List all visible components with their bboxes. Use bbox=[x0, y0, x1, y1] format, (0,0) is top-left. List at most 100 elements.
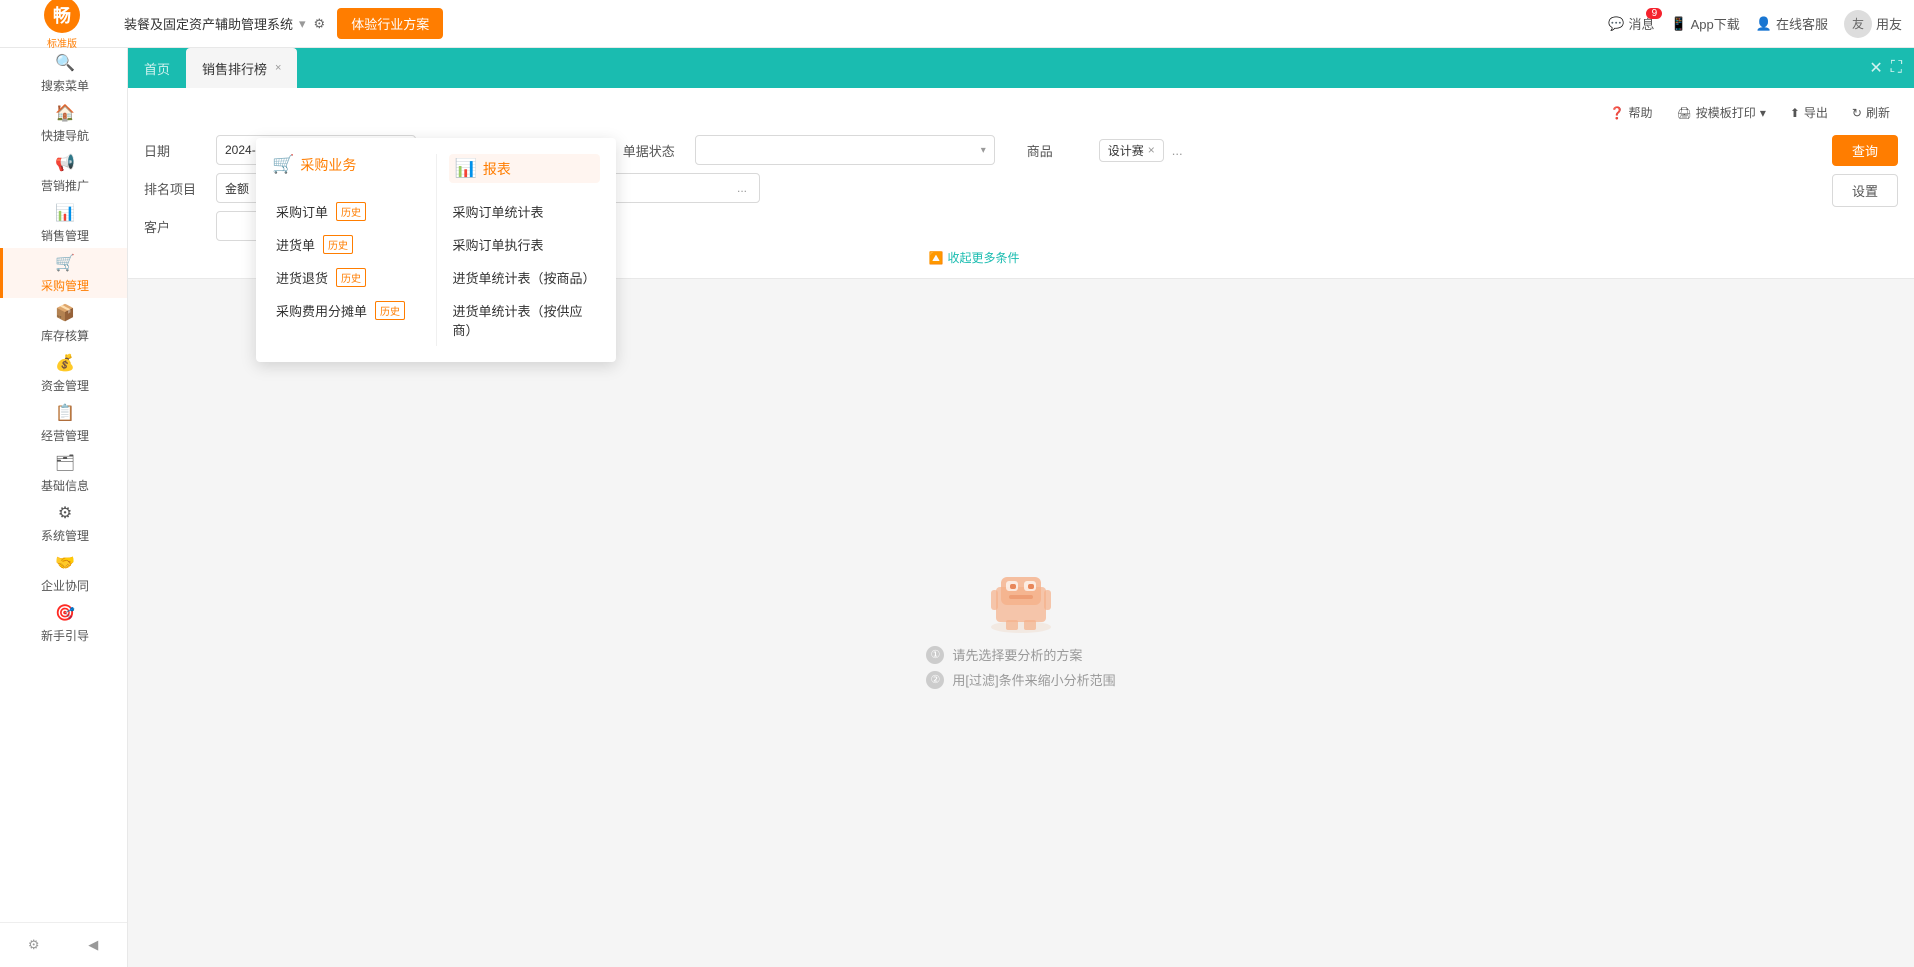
logo-char: 畅 bbox=[53, 2, 71, 28]
hint-item-1: ① 请先选择要分析的方案 bbox=[926, 645, 1115, 664]
goods-tag-close[interactable]: × bbox=[1148, 143, 1155, 157]
goods-tag: 设计赛 × bbox=[1099, 139, 1164, 162]
industry-btn[interactable]: 体验行业方案 bbox=[337, 8, 443, 39]
operations-icon: 📋 bbox=[55, 403, 75, 423]
salesperson-dots[interactable]: ... bbox=[733, 181, 751, 195]
system-dropdown-icon[interactable]: ▾ bbox=[299, 16, 306, 32]
history-badge-1: 历史 bbox=[323, 235, 353, 254]
tab-close-icon[interactable]: × bbox=[275, 62, 281, 74]
dropdown-report-col: 📊 报表 采购订单统计表 采购订单执行表 进货单统计表（按商品） 进货单统计表（… bbox=[449, 154, 601, 346]
system-icon: ⚙ bbox=[58, 503, 72, 523]
refresh-btn[interactable]: ↻ 刷新 bbox=[1844, 100, 1898, 125]
action-right: 查询 设置 bbox=[1832, 135, 1898, 207]
sidebar-item-operations[interactable]: 📋 经营管理 bbox=[0, 398, 127, 448]
home-icon: 🏠 bbox=[55, 103, 75, 123]
date-label: 日期 bbox=[144, 141, 204, 160]
status-input[interactable]: ▾ bbox=[695, 135, 995, 165]
online-service-btn[interactable]: 👤 在线客服 bbox=[1756, 14, 1828, 33]
logo-icon: 畅 bbox=[44, 0, 80, 33]
dropdown-divider bbox=[436, 154, 437, 346]
logo-area: 畅 标准版 bbox=[12, 0, 112, 50]
sidebar-item-sales[interactable]: 📊 销售管理 bbox=[0, 198, 127, 248]
app-download-btn[interactable]: 📱 App下载 bbox=[1670, 14, 1739, 33]
help-btn[interactable]: ❓ 帮助 bbox=[1602, 100, 1661, 125]
history-badge-2: 历史 bbox=[336, 268, 366, 287]
rank-label: 排名项目 bbox=[144, 179, 204, 198]
tab-sales-ranking[interactable]: 销售排行榜 × bbox=[186, 48, 297, 88]
settings-btn[interactable]: 设置 bbox=[1832, 174, 1898, 207]
tab-home[interactable]: 首页 bbox=[128, 48, 186, 88]
empty-text: ① 请先选择要分析的方案 ② 用[过滤]条件来缩小分析范围 bbox=[926, 645, 1115, 689]
tab-close-btn[interactable]: ✕ bbox=[1869, 58, 1882, 78]
empty-illustration bbox=[971, 557, 1071, 637]
status-arrow-icon: ▾ bbox=[981, 145, 986, 156]
goods-dots[interactable]: ... bbox=[1168, 143, 1187, 158]
hint-num-2: ② bbox=[926, 671, 944, 689]
export-btn[interactable]: ⬆ 导出 bbox=[1782, 100, 1836, 125]
dropdown-item-goods-in[interactable]: 进货单 历史 bbox=[272, 228, 424, 261]
dropdown-item-supplier-stats[interactable]: 进货单统计表（按供应商） bbox=[449, 294, 601, 346]
system-title: 装餐及固定资产辅助管理系统 bbox=[124, 14, 293, 33]
dropdown-purchase-col: 🛒 采购业务 采购订单 历史 进货单 历史 进货退货 历史 bbox=[272, 154, 424, 346]
purchase-title-icon: 🛒 bbox=[272, 154, 294, 175]
dropdown-item-order-exec[interactable]: 采购订单执行表 bbox=[449, 228, 601, 261]
user-btn[interactable]: 友 用友 bbox=[1844, 10, 1902, 38]
collapse-icon: 🔼 bbox=[929, 251, 944, 265]
sidebar-item-purchase[interactable]: 🛒 采购管理 bbox=[0, 248, 127, 298]
sidebar: 🔍 搜索菜单 🏠 快捷导航 📢 营销推广 📊 销售管理 🛒 采购管理 📦 bbox=[0, 48, 128, 967]
goods-label: 商品 bbox=[1027, 141, 1087, 160]
sidebar-collapse-btn[interactable]: ◀ bbox=[68, 931, 120, 959]
system-settings-icon[interactable]: ⚙ bbox=[314, 16, 326, 32]
service-icon: 👤 bbox=[1756, 16, 1772, 32]
empty-hint: ① 请先选择要分析的方案 ② 用[过滤]条件来缩小分析范围 bbox=[926, 557, 1115, 689]
sales-icon: 📊 bbox=[55, 203, 75, 223]
sidebar-item-basic[interactable]: 🗂 基础信息 bbox=[0, 448, 127, 498]
goods-area: 设计赛 × ... bbox=[1099, 139, 1187, 162]
avatar: 友 bbox=[1844, 10, 1872, 38]
sidebar-item-finance[interactable]: 💰 资金管理 bbox=[0, 348, 127, 398]
top-bar-right: 💬 消息 9 📱 App下载 👤 在线客服 友 用友 bbox=[1608, 10, 1902, 38]
purchase-icon: 🛒 bbox=[55, 253, 75, 273]
sidebar-item-marketing[interactable]: 📢 营销推广 bbox=[0, 148, 127, 198]
content-area: 首页 销售排行榜 × ✕ ⛶ ❓ 帮助 bbox=[128, 48, 1914, 967]
dropdown-item-order-stats[interactable]: 采购订单统计表 bbox=[449, 195, 601, 228]
system-title-area: 装餐及固定资产辅助管理系统 ▾ ⚙ 体验行业方案 bbox=[112, 8, 1608, 39]
guide-icon: 🎯 bbox=[55, 603, 75, 623]
query-btn[interactable]: 查询 bbox=[1832, 135, 1898, 166]
main-area: 🔍 搜索菜单 🏠 快捷导航 📢 营销推广 📊 销售管理 🛒 采购管理 📦 bbox=[0, 48, 1914, 967]
message-btn[interactable]: 💬 消息 9 bbox=[1608, 14, 1654, 33]
message-icon: 💬 bbox=[1608, 16, 1624, 32]
message-badge: 9 bbox=[1646, 8, 1662, 19]
enterprise-icon: 🤝 bbox=[55, 553, 75, 573]
help-icon: ❓ bbox=[1610, 106, 1625, 120]
basic-icon: 🗂 bbox=[55, 453, 75, 473]
print-dropdown-icon: ▾ bbox=[1760, 106, 1766, 120]
status-label: 单据状态 bbox=[623, 141, 683, 160]
collapse-btn[interactable]: 🔼 收起更多条件 bbox=[929, 249, 1020, 266]
sidebar-item-inventory[interactable]: 📦 库存核算 bbox=[0, 298, 127, 348]
filter-toolbar: ❓ 帮助 🖨 按模板打印 ▾ ⬆ 导出 ↻ 刷新 bbox=[144, 100, 1898, 125]
sidebar-settings-btn[interactable]: ⚙ bbox=[8, 931, 60, 959]
dropdown-item-purchase-order[interactable]: 采购订单 历史 bbox=[272, 195, 424, 228]
dropdown-item-goods-stats[interactable]: 进货单统计表（按商品） bbox=[449, 261, 601, 294]
robot-svg bbox=[971, 557, 1071, 637]
dropdown-item-purchase-expense[interactable]: 采购费用分摊单 历史 bbox=[272, 294, 424, 327]
sidebar-item-system[interactable]: ⚙ 系统管理 bbox=[0, 498, 127, 548]
sidebar-item-guide[interactable]: 🎯 新手引导 bbox=[0, 598, 127, 648]
sidebar-item-nav[interactable]: 🏠 快捷导航 bbox=[0, 98, 127, 148]
print-btn[interactable]: 🖨 按模板打印 ▾ bbox=[1669, 100, 1774, 125]
content-body: ① 请先选择要分析的方案 ② 用[过滤]条件来缩小分析范围 bbox=[128, 279, 1914, 967]
report-title-icon: 📊 bbox=[455, 158, 477, 179]
refresh-icon: ↻ bbox=[1852, 106, 1862, 120]
tab-expand-btn[interactable]: ⛶ bbox=[1891, 59, 1902, 77]
dropdown-report-title: 📊 报表 bbox=[449, 154, 601, 183]
search-icon: 🔍 bbox=[55, 53, 75, 73]
tab-bar-right: ✕ ⛶ bbox=[1869, 58, 1914, 78]
hint-num-1: ① bbox=[926, 646, 944, 664]
sidebar-item-enterprise[interactable]: 🤝 企业协同 bbox=[0, 548, 127, 598]
dropdown-purchase-title: 🛒 采购业务 bbox=[272, 154, 424, 183]
sidebar-item-search[interactable]: 🔍 搜索菜单 bbox=[0, 48, 127, 98]
app-container: 畅 标准版 装餐及固定资产辅助管理系统 ▾ ⚙ 体验行业方案 💬 消息 9 📱 … bbox=[0, 0, 1914, 967]
dropdown-item-goods-return[interactable]: 进货退货 历史 bbox=[272, 261, 424, 294]
history-badge-3: 历史 bbox=[375, 301, 405, 320]
